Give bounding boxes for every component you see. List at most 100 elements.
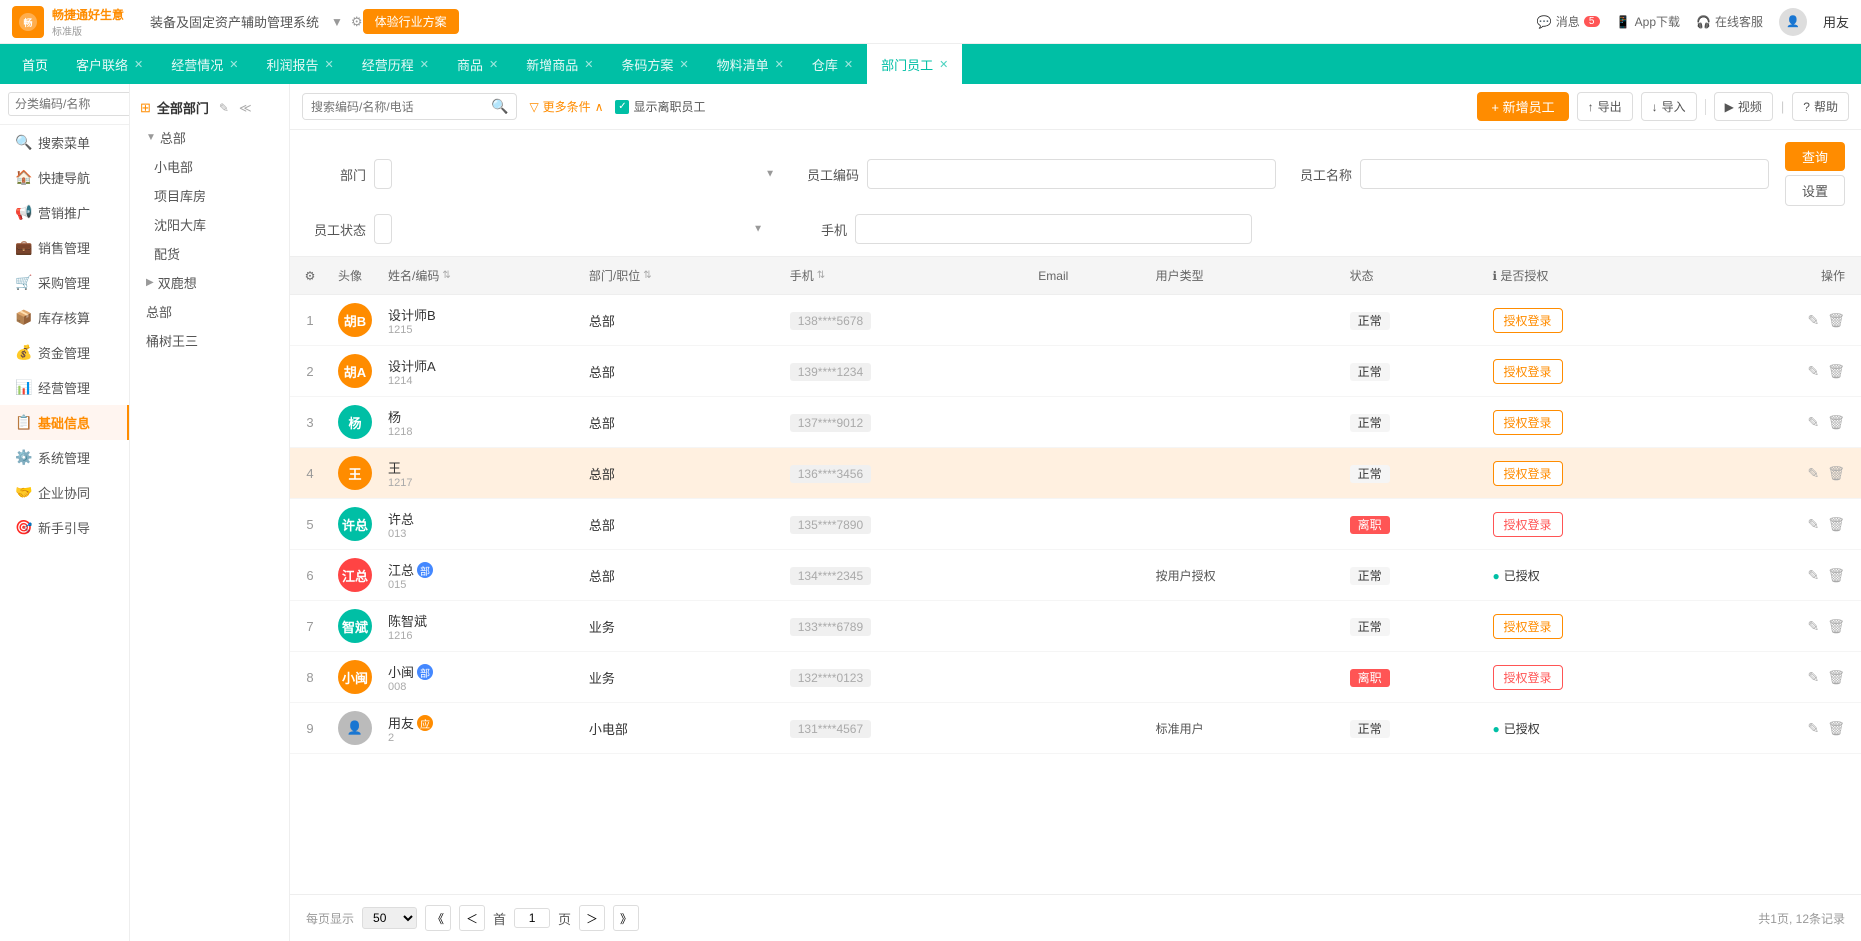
close-icon[interactable]: ✕ [420,58,429,71]
last-page-btn[interactable]: 》 [613,905,639,931]
app-download-button[interactable]: 📱 App下载 [1616,13,1680,30]
export-button[interactable]: ↑ 导出 [1577,92,1633,121]
settings-icon[interactable]: ⚙ [305,269,316,283]
user-avatar[interactable]: 👤 [1779,8,1807,36]
delete-icon[interactable]: 🗑 [1827,312,1845,329]
edit-icon[interactable]: ✎ [1807,516,1819,533]
trial-button[interactable]: 体验行业方案 [363,9,459,34]
settings-icon[interactable]: ⚙ [351,14,363,30]
dept-node-barrel-king[interactable]: 桶树王三 [130,326,289,355]
dropdown-arrow-icon[interactable]: ▼ [331,15,343,29]
dept-select[interactable] [374,159,392,189]
edit-icon[interactable]: ✎ [1807,720,1819,737]
auth-button[interactable]: 授权登录 [1493,665,1563,690]
online-support-button[interactable]: 🎧 在线客服 [1696,13,1763,30]
code-input[interactable] [867,159,1276,189]
tab-goods[interactable]: 商品 ✕ [443,44,512,84]
search-btn[interactable]: 🔍 [483,94,516,119]
page-size-select[interactable]: 50 20 100 [362,907,417,929]
edit-icon[interactable]: ✎ [1807,465,1819,482]
tab-customer[interactable]: 客户联络 ✕ [62,44,157,84]
close-icon[interactable]: ✕ [489,58,498,71]
show-resigned-toggle[interactable]: ✓ 显示离职员工 [615,98,705,115]
close-icon[interactable]: ✕ [134,58,143,71]
auth-button[interactable]: 授权登录 [1493,461,1563,486]
edit-icon[interactable]: ✎ [1807,618,1819,635]
delete-icon[interactable]: 🗑 [1827,618,1845,635]
edit-icon[interactable]: ✎ [1807,363,1819,380]
tab-profit[interactable]: 利润报告 ✕ [252,44,347,84]
dept-collapse-btn[interactable]: ≪ [239,101,252,115]
more-filter-btn[interactable]: ▽ 更多条件 ∧ [529,98,603,115]
sidebar-item-guide[interactable]: 🎯 新手引导 [0,510,129,545]
close-icon[interactable]: ✕ [229,58,238,71]
close-icon[interactable]: ✕ [939,58,948,71]
sidebar-item-finance[interactable]: 💰 资金管理 [0,335,129,370]
message-button[interactable]: 💬 消息 5 [1537,13,1600,30]
th-dept[interactable]: 部门/职位⇅ [581,257,782,295]
sidebar-search-input[interactable] [8,92,130,116]
dept-node-shuanglu[interactable]: ▶ 双鹿想 [130,268,289,297]
dept-node-project-warehouse[interactable]: 项目库房 [130,181,289,210]
next-page-btn[interactable]: ＞ [579,905,605,931]
edit-icon[interactable]: ✎ [1807,669,1819,686]
delete-icon[interactable]: 🗑 [1827,465,1845,482]
tab-barcode[interactable]: 条码方案 ✕ [607,44,702,84]
reset-button[interactable]: 设置 [1785,175,1845,206]
page-input[interactable] [514,908,550,928]
auth-button[interactable]: 授权登录 [1493,410,1563,435]
edit-icon[interactable]: ✎ [1807,567,1819,584]
close-icon[interactable]: ✕ [679,58,688,71]
sidebar-item-basic[interactable]: 📋 基础信息 [0,405,129,440]
delete-icon[interactable]: 🗑 [1827,516,1845,533]
th-phone[interactable]: 手机⇅ [782,257,1031,295]
tab-add-goods[interactable]: 新增商品 ✕ [512,44,607,84]
sidebar-item-nav[interactable]: 🏠 快捷导航 [0,160,129,195]
dept-edit-icon[interactable]: ✎ [219,101,229,115]
sidebar-item-system[interactable]: ⚙️ 系统管理 [0,440,129,475]
search-input[interactable] [303,95,483,119]
search-button[interactable]: 查询 [1785,142,1845,171]
edit-icon[interactable]: ✎ [1807,312,1819,329]
import-button[interactable]: ↓ 导入 [1641,92,1697,121]
th-name[interactable]: 姓名/编码⇅ [380,257,581,295]
first-page-btn[interactable]: 《 [425,905,451,931]
name-input[interactable] [1360,159,1769,189]
tab-operation[interactable]: 经营情况 ✕ [157,44,252,84]
sidebar-item-search[interactable]: 🔍 搜索菜单 [0,125,129,160]
sidebar-item-purchase[interactable]: 🛒 采购管理 [0,265,129,300]
auth-button[interactable]: 授权登录 [1493,614,1563,639]
dept-node-distribution[interactable]: 配货 [130,239,289,268]
close-icon[interactable]: ✕ [775,58,784,71]
edit-icon[interactable]: ✎ [1807,414,1819,431]
add-employee-button[interactable]: + 新增员工 [1477,92,1568,121]
delete-icon[interactable]: 🗑 [1827,720,1845,737]
status-select[interactable] [374,214,392,244]
sidebar-item-management[interactable]: 📊 经营管理 [0,370,129,405]
sidebar-item-inventory[interactable]: 📦 库存核算 [0,300,129,335]
sidebar-item-sales[interactable]: 💼 销售管理 [0,230,129,265]
delete-icon[interactable]: 🗑 [1827,567,1845,584]
tab-warehouse[interactable]: 仓库 ✕ [798,44,867,84]
close-icon[interactable]: ✕ [844,58,853,71]
delete-icon[interactable]: 🗑 [1827,669,1845,686]
phone-input[interactable] [855,214,1252,244]
tab-dept-staff[interactable]: 部门员工 ✕ [867,44,962,84]
dept-node-shenyang[interactable]: 沈阳大库 [130,210,289,239]
tab-home[interactable]: 首页 [8,44,62,84]
tab-history[interactable]: 经营历程 ✕ [348,44,443,84]
close-icon[interactable]: ✕ [325,58,334,71]
close-icon[interactable]: ✕ [584,58,593,71]
auth-button[interactable]: 授权登录 [1493,512,1563,537]
delete-icon[interactable]: 🗑 [1827,414,1845,431]
prev-page-btn[interactable]: ＜ [459,905,485,931]
view-button[interactable]: ▶ 视频 [1714,92,1773,121]
auth-button[interactable]: 授权登录 [1493,308,1563,333]
dept-node-small-electric[interactable]: 小电部 [130,152,289,181]
auth-button[interactable]: 授权登录 [1493,359,1563,384]
sidebar-item-marketing[interactable]: 📢 营销推广 [0,195,129,230]
tab-bom[interactable]: 物料清单 ✕ [703,44,798,84]
dept-node-headquarters-root[interactable]: ▼ 总部 [130,123,289,152]
delete-icon[interactable]: 🗑 [1827,363,1845,380]
dept-node-headquarters2[interactable]: 总部 [130,297,289,326]
